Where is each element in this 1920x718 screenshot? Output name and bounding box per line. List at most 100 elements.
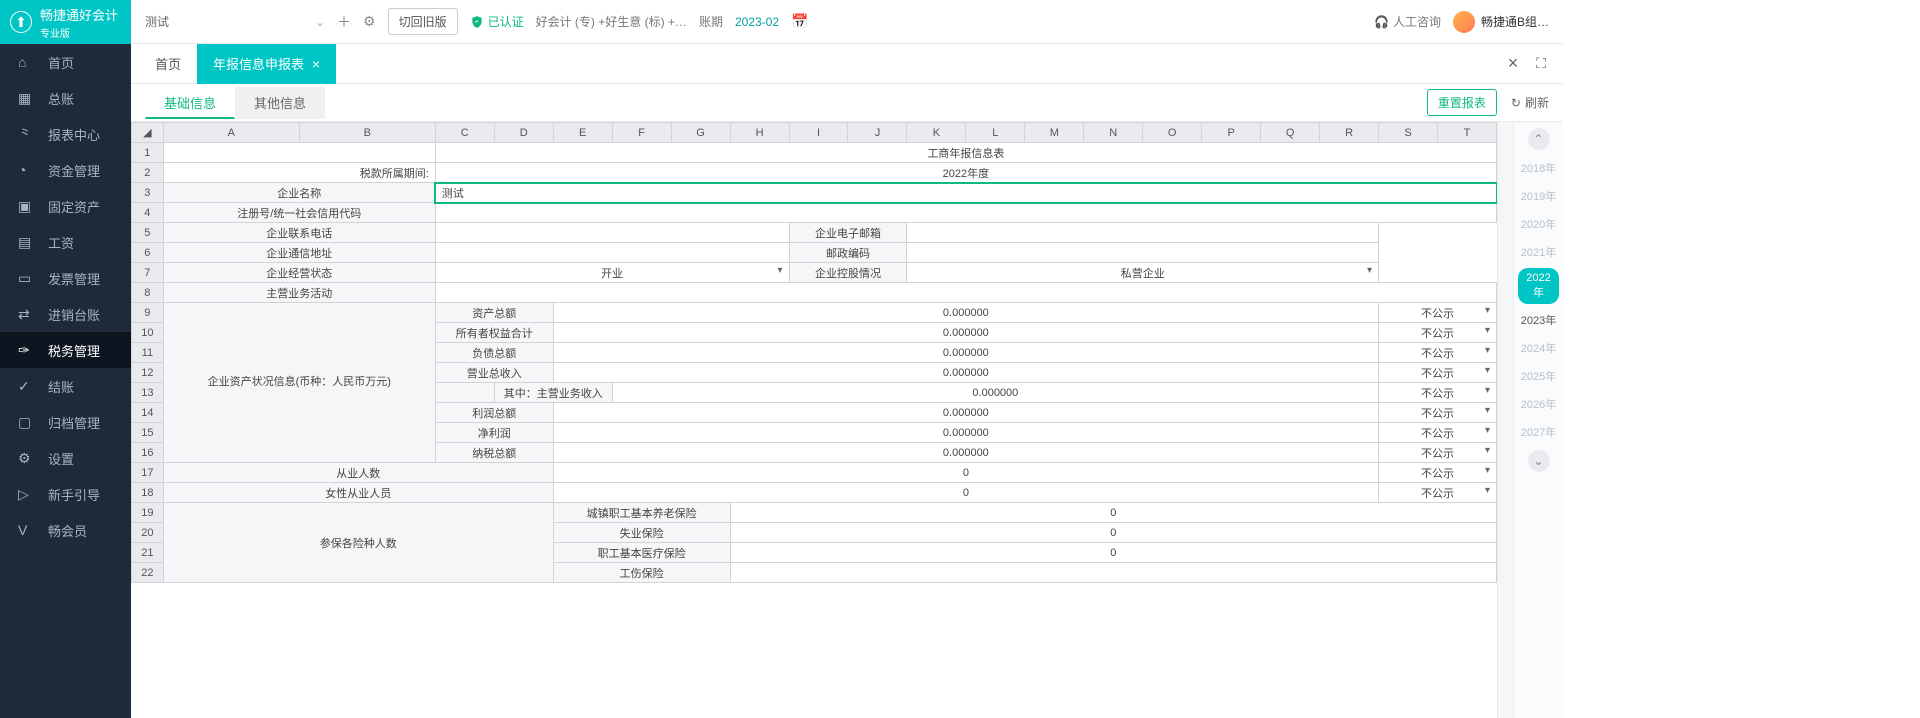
data-cell[interactable] xyxy=(435,243,789,263)
year-option[interactable]: 2020年 xyxy=(1514,210,1563,238)
row-number[interactable]: 21 xyxy=(132,543,164,563)
select-cell[interactable]: 不公示 xyxy=(1379,383,1497,403)
switch-old-button[interactable]: 切回旧版 xyxy=(388,8,458,35)
col-header[interactable]: M xyxy=(1025,123,1084,143)
year-up-icon[interactable]: ⌃ xyxy=(1528,128,1550,150)
row-number[interactable]: 2 xyxy=(132,163,164,183)
select-cell[interactable]: 不公示 xyxy=(1379,343,1497,363)
year-option[interactable]: 2018年 xyxy=(1514,154,1563,182)
tab-close-icon[interactable]: × xyxy=(312,56,320,72)
fin-value[interactable]: 0.000000 xyxy=(612,383,1378,403)
col-header[interactable]: G xyxy=(671,123,730,143)
year-option[interactable]: 2027年 xyxy=(1514,418,1563,446)
fin-value[interactable]: 0.000000 xyxy=(553,303,1378,323)
row-number[interactable]: 18 xyxy=(132,483,164,503)
select-cell[interactable]: 不公示 xyxy=(1379,463,1497,483)
col-header[interactable]: E xyxy=(553,123,612,143)
nav-item-3[interactable]: ◔资金管理 xyxy=(0,152,131,188)
nav-item-11[interactable]: ⚙设置 xyxy=(0,440,131,476)
year-option[interactable]: 2026年 xyxy=(1514,390,1563,418)
data-cell[interactable] xyxy=(907,243,1379,263)
row-number[interactable]: 15 xyxy=(132,423,164,443)
year-option[interactable]: 2021年 xyxy=(1514,238,1563,266)
select-cell[interactable]: 不公示 xyxy=(1379,403,1497,423)
row-number[interactable]: 7 xyxy=(132,263,164,283)
select-cell[interactable]: 不公示 xyxy=(1379,363,1497,383)
row-number[interactable]: 9 xyxy=(132,303,164,323)
col-header[interactable]: O xyxy=(1143,123,1202,143)
fin-value[interactable]: 0.000000 xyxy=(553,363,1378,383)
col-header[interactable]: I xyxy=(789,123,848,143)
nav-item-10[interactable]: ▢归档管理 xyxy=(0,404,131,440)
row-number[interactable]: 11 xyxy=(132,343,164,363)
row-number[interactable]: 14 xyxy=(132,403,164,423)
year-option[interactable]: 2024年 xyxy=(1514,334,1563,362)
year-option[interactable]: 2019年 xyxy=(1514,182,1563,210)
data-cell[interactable] xyxy=(435,223,789,243)
nav-item-9[interactable]: ✓结账 xyxy=(0,368,131,404)
nav-item-1[interactable]: ▦总账 xyxy=(0,80,131,116)
nav-item-7[interactable]: ⇄进销台账 xyxy=(0,296,131,332)
select-cell[interactable]: 不公示 xyxy=(1379,483,1497,503)
company-selector[interactable]: 测试 ⌄ xyxy=(145,13,325,30)
row-number[interactable]: 19 xyxy=(132,503,164,523)
col-header[interactable]: R xyxy=(1320,123,1379,143)
reset-report-button[interactable]: 重置报表 xyxy=(1427,89,1497,116)
data-cell[interactable]: 0 xyxy=(730,543,1496,563)
data-cell[interactable]: 0 xyxy=(730,523,1496,543)
gear-icon[interactable]: ⚙ xyxy=(363,13,376,30)
support-link[interactable]: 🎧 人工咨询 xyxy=(1374,13,1441,30)
row-number[interactable]: 17 xyxy=(132,463,164,483)
col-header[interactable]: P xyxy=(1202,123,1261,143)
close-panel-icon[interactable]: × xyxy=(1499,53,1527,74)
nav-item-5[interactable]: ▤工资 xyxy=(0,224,131,260)
spreadsheet[interactable]: ◢ABCDEFGHIJKLMNOPQRST1工商年报信息表2税款所属期间:202… xyxy=(131,122,1497,718)
company-name-input[interactable]: 测试 xyxy=(435,183,1496,203)
data-cell[interactable]: 0 xyxy=(730,503,1496,523)
scrollbar-track[interactable] xyxy=(1497,122,1513,718)
row-number[interactable]: 8 xyxy=(132,283,164,303)
fin-value[interactable]: 0.000000 xyxy=(553,323,1378,343)
tab-0[interactable]: 首页 xyxy=(139,44,197,84)
period-value[interactable]: 2023-02 xyxy=(735,15,779,29)
year-down-icon[interactable]: ⌄ xyxy=(1528,450,1550,472)
data-cell[interactable] xyxy=(435,283,1496,303)
col-header[interactable]: H xyxy=(730,123,789,143)
col-header[interactable]: K xyxy=(907,123,966,143)
nav-item-2[interactable]: ⺀报表中心 xyxy=(0,116,131,152)
row-number[interactable]: 4 xyxy=(132,203,164,223)
tab-1[interactable]: 年报信息申报表× xyxy=(197,44,336,84)
col-header[interactable]: C xyxy=(435,123,494,143)
col-header[interactable]: A xyxy=(163,123,299,143)
col-header[interactable]: Q xyxy=(1261,123,1320,143)
refresh-button[interactable]: ↻ 刷新 xyxy=(1511,89,1549,116)
row-number[interactable]: 6 xyxy=(132,243,164,263)
row-number[interactable]: 5 xyxy=(132,223,164,243)
col-header[interactable]: T xyxy=(1438,123,1497,143)
nav-item-8[interactable]: ✑税务管理 xyxy=(0,332,131,368)
col-header[interactable]: D xyxy=(494,123,553,143)
nav-item-0[interactable]: ⌂首页 xyxy=(0,44,131,80)
sheet-corner[interactable]: ◢ xyxy=(132,123,164,143)
select-cell[interactable]: 开业 xyxy=(435,263,789,283)
nav-item-6[interactable]: ▭发票管理 xyxy=(0,260,131,296)
select-cell[interactable]: 不公示 xyxy=(1379,303,1497,323)
calendar-icon[interactable]: 📅 xyxy=(791,13,808,30)
row-number[interactable]: 3 xyxy=(132,183,164,203)
col-header[interactable]: J xyxy=(848,123,907,143)
row-number[interactable]: 16 xyxy=(132,443,164,463)
year-option[interactable]: 2023年 xyxy=(1514,306,1563,334)
row-number[interactable]: 13 xyxy=(132,383,164,403)
add-icon[interactable]: ＋ xyxy=(337,12,351,32)
row-number[interactable]: 12 xyxy=(132,363,164,383)
year-option[interactable]: 2025年 xyxy=(1514,362,1563,390)
data-cell[interactable]: 0 xyxy=(553,463,1378,483)
row-number[interactable]: 10 xyxy=(132,323,164,343)
nav-item-12[interactable]: ▷新手引导 xyxy=(0,476,131,512)
data-cell[interactable] xyxy=(435,203,1496,223)
fin-value[interactable]: 0.000000 xyxy=(553,423,1378,443)
data-cell[interactable] xyxy=(730,563,1496,583)
select-cell[interactable]: 不公示 xyxy=(1379,443,1497,463)
col-header[interactable]: N xyxy=(1084,123,1143,143)
col-header[interactable]: B xyxy=(299,123,435,143)
